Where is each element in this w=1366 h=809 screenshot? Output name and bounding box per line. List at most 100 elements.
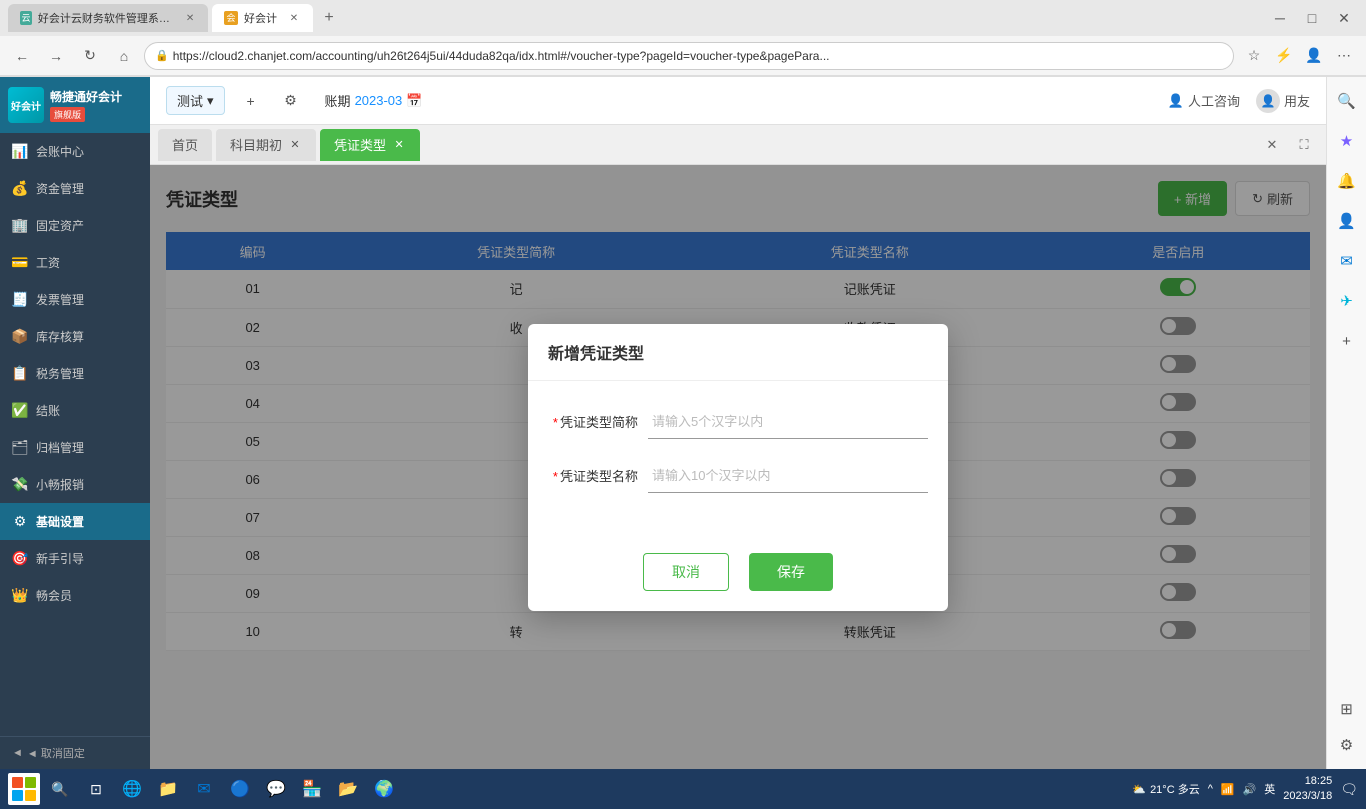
- abbr-input[interactable]: [648, 405, 928, 439]
- main-content: 凭证类型 + 新增 ↻ 刷新 编码 凭证类型简称 凭证类型名称 是否启用: [150, 165, 1326, 769]
- sidebar-item-inventory[interactable]: 📦 库存核算: [0, 318, 150, 355]
- up-arrow-icon[interactable]: ^: [1208, 783, 1213, 795]
- files-icon[interactable]: 📂: [332, 773, 364, 805]
- sidebar-item-guide[interactable]: 🎯 新手引导: [0, 540, 150, 577]
- close-button[interactable]: ✕: [1330, 4, 1358, 32]
- tab-label-1: 好会计云财务软件管理系统_会计: [38, 10, 174, 26]
- profile-icon[interactable]: 👤: [1300, 42, 1328, 70]
- tab-fullscreen-icon[interactable]: ⛶: [1290, 131, 1318, 159]
- workspace-settings-icon[interactable]: ⚙: [277, 87, 305, 115]
- browser-tab-1[interactable]: 云 好会计云财务软件管理系统_会计 ✕: [8, 4, 208, 32]
- maximize-button[interactable]: □: [1298, 4, 1326, 32]
- abbr-label: *凭证类型简称: [548, 412, 638, 431]
- rs-search-button[interactable]: 🔍: [1331, 85, 1363, 117]
- explorer-icon[interactable]: 📁: [152, 773, 184, 805]
- rs-person-button[interactable]: 👤: [1331, 205, 1363, 237]
- tab-close-2[interactable]: ✕: [287, 11, 301, 25]
- rs-star-button[interactable]: ★: [1331, 125, 1363, 157]
- consult-button[interactable]: 👤 人工咨询: [1168, 91, 1240, 110]
- taskbar-clock[interactable]: 18:25 2023/3/18: [1283, 774, 1332, 805]
- start-button[interactable]: [8, 773, 40, 805]
- url-input[interactable]: 🔒 https://cloud2.chanjet.com/accounting/…: [144, 42, 1234, 70]
- language-indicator[interactable]: 英: [1264, 781, 1275, 797]
- minimize-button[interactable]: ─: [1266, 4, 1294, 32]
- sidebar-item-payroll[interactable]: 💳 工资: [0, 244, 150, 281]
- taskview-button[interactable]: ⊡: [80, 773, 112, 805]
- clock-time: 18:25: [1283, 774, 1332, 789]
- rs-add-button[interactable]: +: [1331, 325, 1363, 357]
- modal-body: *凭证类型简称 *凭证类型名称: [528, 381, 948, 537]
- edge2-icon[interactable]: 🌍: [368, 773, 400, 805]
- cancel-fixed-button[interactable]: ◄ ◄ 取消固定: [12, 745, 138, 761]
- tab-voucher-type[interactable]: 凭证类型 ✕: [320, 129, 420, 161]
- store-icon[interactable]: 🏪: [296, 773, 328, 805]
- sidebar-item-settlement[interactable]: ✅ 结账: [0, 392, 150, 429]
- search-button[interactable]: 🔍: [44, 773, 76, 805]
- sidebar-item-member[interactable]: 👑 畅会员: [0, 577, 150, 614]
- period-calendar-icon: 📅: [406, 93, 422, 109]
- page-tabs: 首页 科目期初 ✕ 凭证类型 ✕ ✕ ⛶: [150, 125, 1326, 165]
- rs-bell-button[interactable]: 🔔: [1331, 165, 1363, 197]
- tab-close-icon[interactable]: ✕: [1258, 131, 1286, 159]
- tab-label-2: 好会计: [244, 10, 277, 26]
- sidebar-label-payroll: 工资: [36, 254, 60, 271]
- refresh-button[interactable]: ↻: [76, 42, 104, 70]
- user-avatar: 👤: [1256, 89, 1280, 113]
- back-button[interactable]: ←: [8, 42, 36, 70]
- name-input[interactable]: [648, 459, 928, 493]
- rs-settings-icon[interactable]: ⚙: [1331, 729, 1363, 761]
- sidebar-label-member: 畅会员: [36, 587, 72, 604]
- tab-home[interactable]: 首页: [158, 129, 212, 161]
- right-sidebar: 🔍 ★ 🔔 👤 ✉ ✈ + ⊞ ⚙: [1326, 77, 1366, 769]
- funds-icon: 💰: [12, 181, 28, 197]
- sidebar-item-tax[interactable]: 📋 税务管理: [0, 355, 150, 392]
- sidebar-bottom: ◄ ◄ 取消固定: [0, 736, 150, 769]
- sidebar-item-invoice[interactable]: 🧾 发票管理: [0, 281, 150, 318]
- tab-account-init[interactable]: 科目期初 ✕: [216, 129, 316, 161]
- sidebar-item-expense[interactable]: 💸 小畅报销: [0, 466, 150, 503]
- notification-button[interactable]: 🗨: [1340, 781, 1358, 798]
- tab-close-1[interactable]: ✕: [184, 11, 196, 25]
- url-text: https://cloud2.chanjet.com/accounting/uh…: [173, 49, 830, 63]
- sidebar-item-assets[interactable]: 🏢 固定资产: [0, 207, 150, 244]
- sidebar-label-guide: 新手引导: [36, 550, 84, 567]
- cancel-fixed-icon: ◄: [12, 747, 23, 759]
- add-workspace-button[interactable]: +: [237, 87, 265, 115]
- tab-home-label: 首页: [172, 135, 198, 154]
- rs-outlook-button[interactable]: ✉: [1331, 245, 1363, 277]
- sidebar-item-archive[interactable]: 🗂 归档管理: [0, 429, 150, 466]
- tab-voucher-type-close[interactable]: ✕: [392, 138, 406, 152]
- sidebar-item-dashboard[interactable]: 📊 会账中心: [0, 133, 150, 170]
- chrome-icon[interactable]: 🔵: [224, 773, 256, 805]
- mail-icon[interactable]: ✉: [188, 773, 220, 805]
- browser-tab-2[interactable]: 会 好会计 ✕: [212, 4, 313, 32]
- home-button[interactable]: ⌂: [110, 42, 138, 70]
- tab-favicon-1: 云: [20, 11, 32, 25]
- period-info: 账期 2023-03 📅: [325, 91, 423, 110]
- forward-button[interactable]: →: [42, 42, 70, 70]
- logo-text-block: 畅捷通好会计 旗舰版: [50, 88, 122, 122]
- rs-feather-button[interactable]: ✈: [1331, 285, 1363, 317]
- rs-grid-button[interactable]: ⊞: [1331, 693, 1363, 725]
- required-star-abbr: *: [553, 415, 558, 430]
- workspace-selector[interactable]: 测试 ▾: [166, 86, 225, 115]
- cancel-button[interactable]: 取消: [643, 553, 729, 591]
- wechat-icon[interactable]: 💬: [260, 773, 292, 805]
- save-button[interactable]: 保存: [749, 553, 833, 591]
- period-value: 2023-03: [355, 93, 403, 108]
- bookmark-icon[interactable]: ☆: [1240, 42, 1268, 70]
- user-button[interactable]: 👤 用友: [1256, 89, 1310, 113]
- sidebar-label-funds: 资金管理: [36, 180, 84, 197]
- extensions-icon[interactable]: ⚡: [1270, 42, 1298, 70]
- sidebar-label-settings: 基础设置: [36, 513, 84, 530]
- consult-label: 人工咨询: [1188, 91, 1240, 110]
- edge-icon[interactable]: 🌐: [116, 773, 148, 805]
- tab-account-init-close[interactable]: ✕: [288, 138, 302, 152]
- sidebar-label-assets: 固定资产: [36, 217, 84, 234]
- sidebar-item-settings[interactable]: ⚙ 基础设置: [0, 503, 150, 540]
- menu-icon[interactable]: ⋯: [1330, 42, 1358, 70]
- sidebar-item-funds[interactable]: 💰 资金管理: [0, 170, 150, 207]
- new-tab-button[interactable]: +: [317, 6, 341, 30]
- tabs-right: ✕ ⛶: [1258, 131, 1318, 159]
- taskbar-right: ⛅ 21°C 多云 ^ 📶 🔊 英 18:25 2023/3/18 🗨: [1132, 774, 1358, 805]
